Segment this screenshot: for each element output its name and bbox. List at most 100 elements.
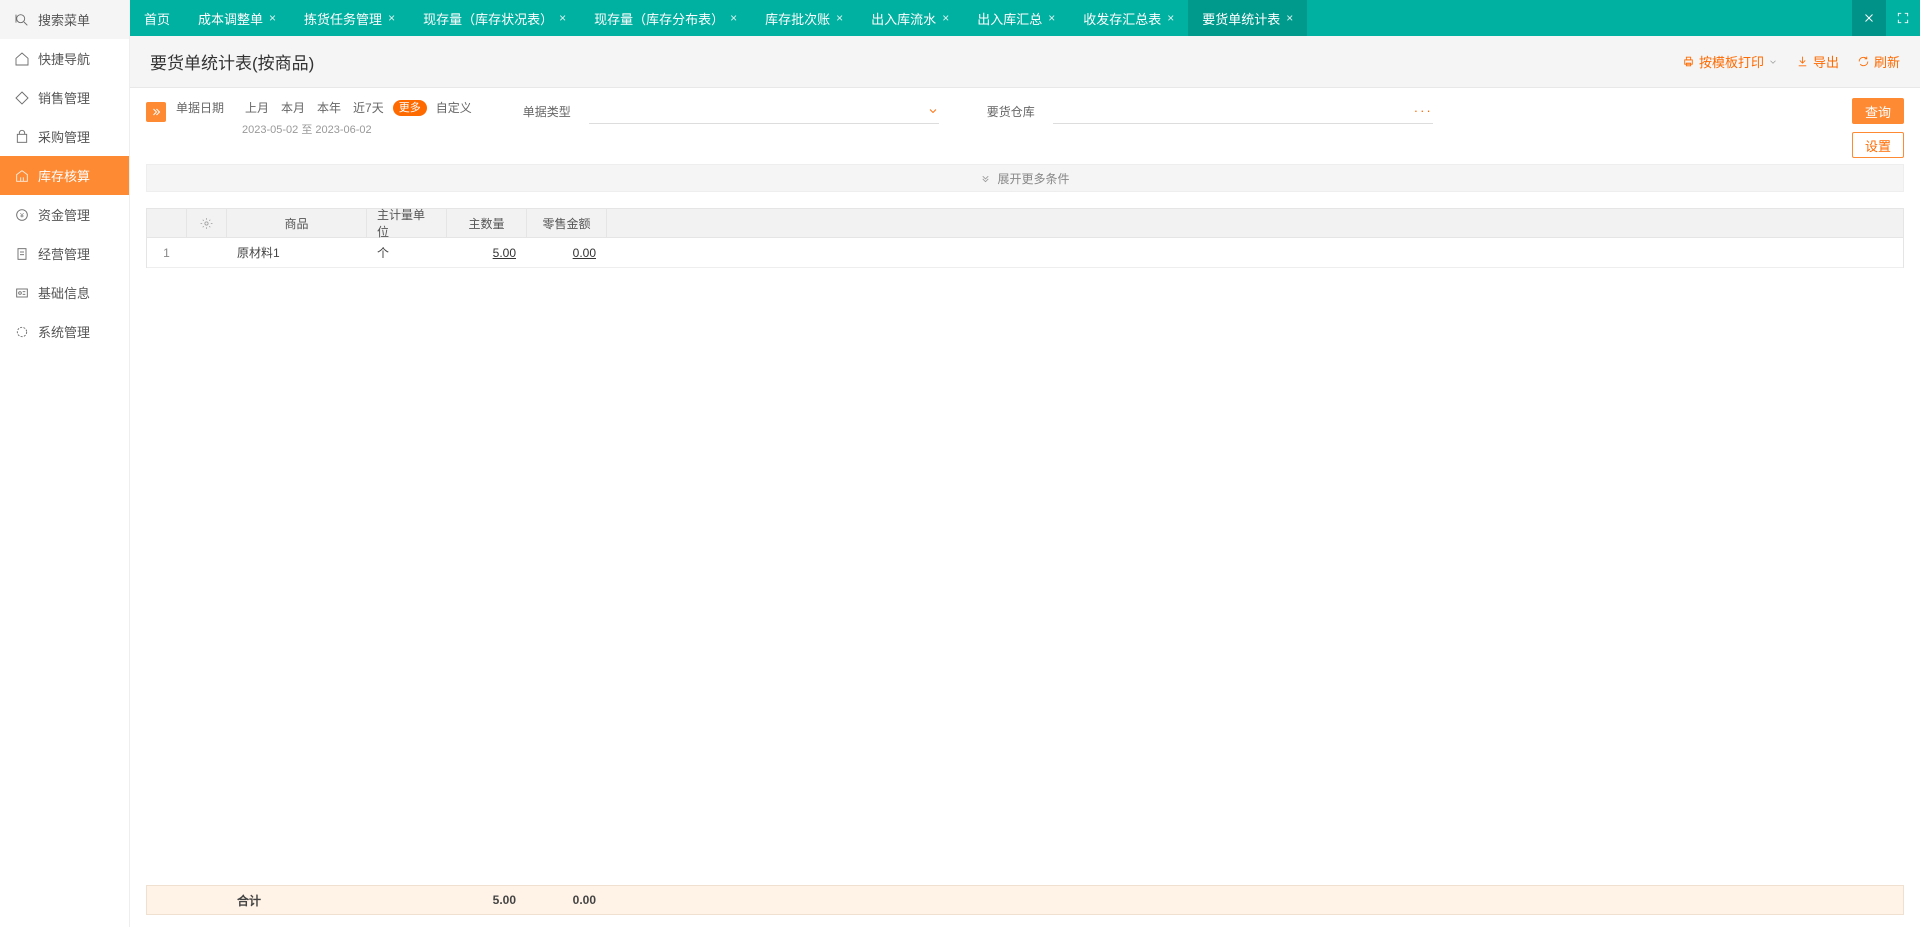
tab-label: 拣货任务管理	[304, 9, 382, 28]
print-template-button[interactable]: 按模板打印	[1682, 52, 1778, 71]
col-unit[interactable]: 主计量单位	[367, 209, 447, 237]
accordion-label: 展开更多条件	[997, 170, 1069, 187]
tab-picking[interactable]: 拣货任务管理 ×	[290, 0, 409, 36]
close-icon[interactable]: ×	[269, 11, 276, 25]
cell-amount[interactable]: 0.00	[527, 238, 607, 267]
query-button[interactable]: 查询	[1852, 98, 1904, 124]
house-icon	[14, 168, 30, 184]
chevron-down-icon	[927, 105, 939, 117]
warehouse-input[interactable]: ···	[1053, 98, 1433, 124]
tab-stock-status[interactable]: 现存量（库存状况表）×	[409, 0, 580, 36]
refresh-icon	[1857, 55, 1870, 68]
close-icon[interactable]: ×	[836, 11, 843, 25]
col-amount[interactable]: 零售金额	[527, 209, 607, 237]
close-icon[interactable]: ×	[1286, 11, 1293, 25]
tab-label: 首页	[144, 9, 170, 28]
gear-icon	[14, 324, 30, 340]
tab-label: 出入库流水	[871, 9, 936, 28]
sidebar-item-quicknav[interactable]: 快捷导航	[0, 39, 129, 78]
search-icon	[14, 12, 30, 28]
tab-label: 库存批次账	[765, 9, 830, 28]
date-opt-more[interactable]: 更多	[393, 100, 427, 116]
sidebar-item-purchase[interactable]: 采购管理	[0, 117, 129, 156]
page-title: 要货单统计表(按商品)	[150, 49, 1682, 74]
close-icon[interactable]: ×	[1167, 11, 1174, 25]
tab-cost-adjust[interactable]: 成本调整单×	[184, 0, 290, 36]
close-icon[interactable]: ×	[559, 11, 566, 25]
chevron-down-icon	[980, 173, 991, 184]
date-opt-lastmonth[interactable]: 上月	[242, 98, 272, 117]
date-range-text: 2023-05-02 至 2023-06-02	[176, 121, 475, 137]
cell-unit: 个	[367, 238, 447, 267]
tab-io-flow[interactable]: 出入库流水 ×	[857, 0, 963, 36]
tab-receive-issue[interactable]: 收发存汇总表 ×	[1069, 0, 1188, 36]
sidebar-item-label: 采购管理	[38, 127, 90, 146]
cell-qty[interactable]: 5.00	[447, 238, 527, 267]
shop-icon	[14, 129, 30, 145]
action-label: 导出	[1813, 52, 1839, 71]
cell-product: 原材料1	[227, 238, 367, 267]
date-opt-thisyear[interactable]: 本年	[314, 98, 344, 117]
sidebar-item-business[interactable]: 经营管理	[0, 234, 129, 273]
filter-label: 单据日期	[176, 99, 232, 116]
date-opt-last7[interactable]: 近7天	[350, 98, 387, 117]
col-qty[interactable]: 主数量	[447, 209, 527, 237]
tag-icon	[14, 90, 30, 106]
col-index	[147, 209, 187, 237]
sidebar-item-label: 经营管理	[38, 244, 90, 263]
col-settings[interactable]	[187, 209, 227, 237]
sidebar-item-search[interactable]: 搜索菜单	[0, 0, 129, 39]
tab-stock-dist[interactable]: 现存量（库存分布表） ×	[580, 0, 751, 36]
sidebar-item-sales[interactable]: 销售管理	[0, 78, 129, 117]
home-icon	[14, 51, 30, 67]
expand-conditions-button[interactable]: 展开更多条件	[146, 164, 1904, 192]
close-icon[interactable]: ×	[388, 11, 395, 25]
filter-label: 要货仓库	[987, 103, 1043, 120]
doc-type-select[interactable]	[589, 98, 939, 124]
tab-label: 要货单统计表	[1202, 9, 1280, 28]
main-area: 首页 成本调整单× 拣货任务管理 × 现存量（库存状况表）× 现存量（库存分布表）…	[130, 0, 1920, 927]
footer-label: 合计	[227, 886, 367, 914]
lookup-icon[interactable]: ···	[1414, 103, 1433, 118]
col-product[interactable]: 商品	[227, 209, 367, 237]
tab-batch-ledger[interactable]: 库存批次账 ×	[751, 0, 857, 36]
sidebar-item-funds[interactable]: ¥ 资金管理	[0, 195, 129, 234]
tab-goods-request[interactable]: 要货单统计表 ×	[1188, 0, 1307, 36]
page-header: 要货单统计表(按商品) 按模板打印 导出 刷新	[130, 36, 1920, 88]
sidebar-item-label: 资金管理	[38, 205, 90, 224]
sidebar-item-basicinfo[interactable]: 基础信息	[0, 273, 129, 312]
close-icon[interactable]: ×	[730, 11, 737, 25]
collapse-filter-button[interactable]	[146, 102, 166, 122]
filter-doc-type: 单据类型	[523, 98, 939, 137]
settings-button[interactable]: 设置	[1852, 132, 1904, 158]
table-row[interactable]: 1 原材料1 个 5.00 0.00	[147, 238, 1903, 268]
clipboard-icon	[14, 246, 30, 262]
filter-warehouse: 要货仓库 ···	[987, 98, 1433, 137]
sidebar-item-label: 系统管理	[38, 322, 90, 341]
row-gear	[187, 238, 227, 267]
sidebar-item-system[interactable]: 系统管理	[0, 312, 129, 351]
fullscreen-button[interactable]	[1886, 0, 1920, 36]
action-label: 按模板打印	[1699, 52, 1764, 71]
export-icon	[1796, 55, 1809, 68]
filter-date: 单据日期 上月 本月 本年 近7天 更多 自定义 2023-05-02 至 20…	[176, 98, 475, 137]
sidebar-item-label: 销售管理	[38, 88, 90, 107]
export-button[interactable]: 导出	[1796, 52, 1839, 71]
tab-label: 现存量（库存分布表）	[594, 9, 724, 28]
action-label: 刷新	[1874, 52, 1900, 71]
table-header: 商品 主计量单位 主数量 零售金额	[146, 208, 1904, 238]
table-footer: 合计 5.00 0.00	[146, 885, 1904, 915]
close-icon[interactable]: ×	[942, 11, 949, 25]
date-opt-custom[interactable]: 自定义	[433, 98, 475, 117]
refresh-button[interactable]: 刷新	[1857, 52, 1900, 71]
sidebar-item-inventory[interactable]: 库存核算	[0, 156, 129, 195]
footer-amount: 0.00	[527, 886, 607, 914]
tab-io-summary[interactable]: 出入库汇总×	[963, 0, 1069, 36]
tab-label: 收发存汇总表	[1083, 9, 1161, 28]
close-icon[interactable]: ×	[1048, 11, 1055, 25]
tab-home[interactable]: 首页	[130, 0, 184, 36]
filter-bar: 单据日期 上月 本月 本年 近7天 更多 自定义 2023-05-02 至 20…	[130, 88, 1920, 158]
data-table: 商品 主计量单位 主数量 零售金额 1 原材料1 个 5.00 0.00	[146, 208, 1904, 547]
date-opt-thismonth[interactable]: 本月	[278, 98, 308, 117]
close-all-tabs-button[interactable]	[1852, 0, 1886, 36]
